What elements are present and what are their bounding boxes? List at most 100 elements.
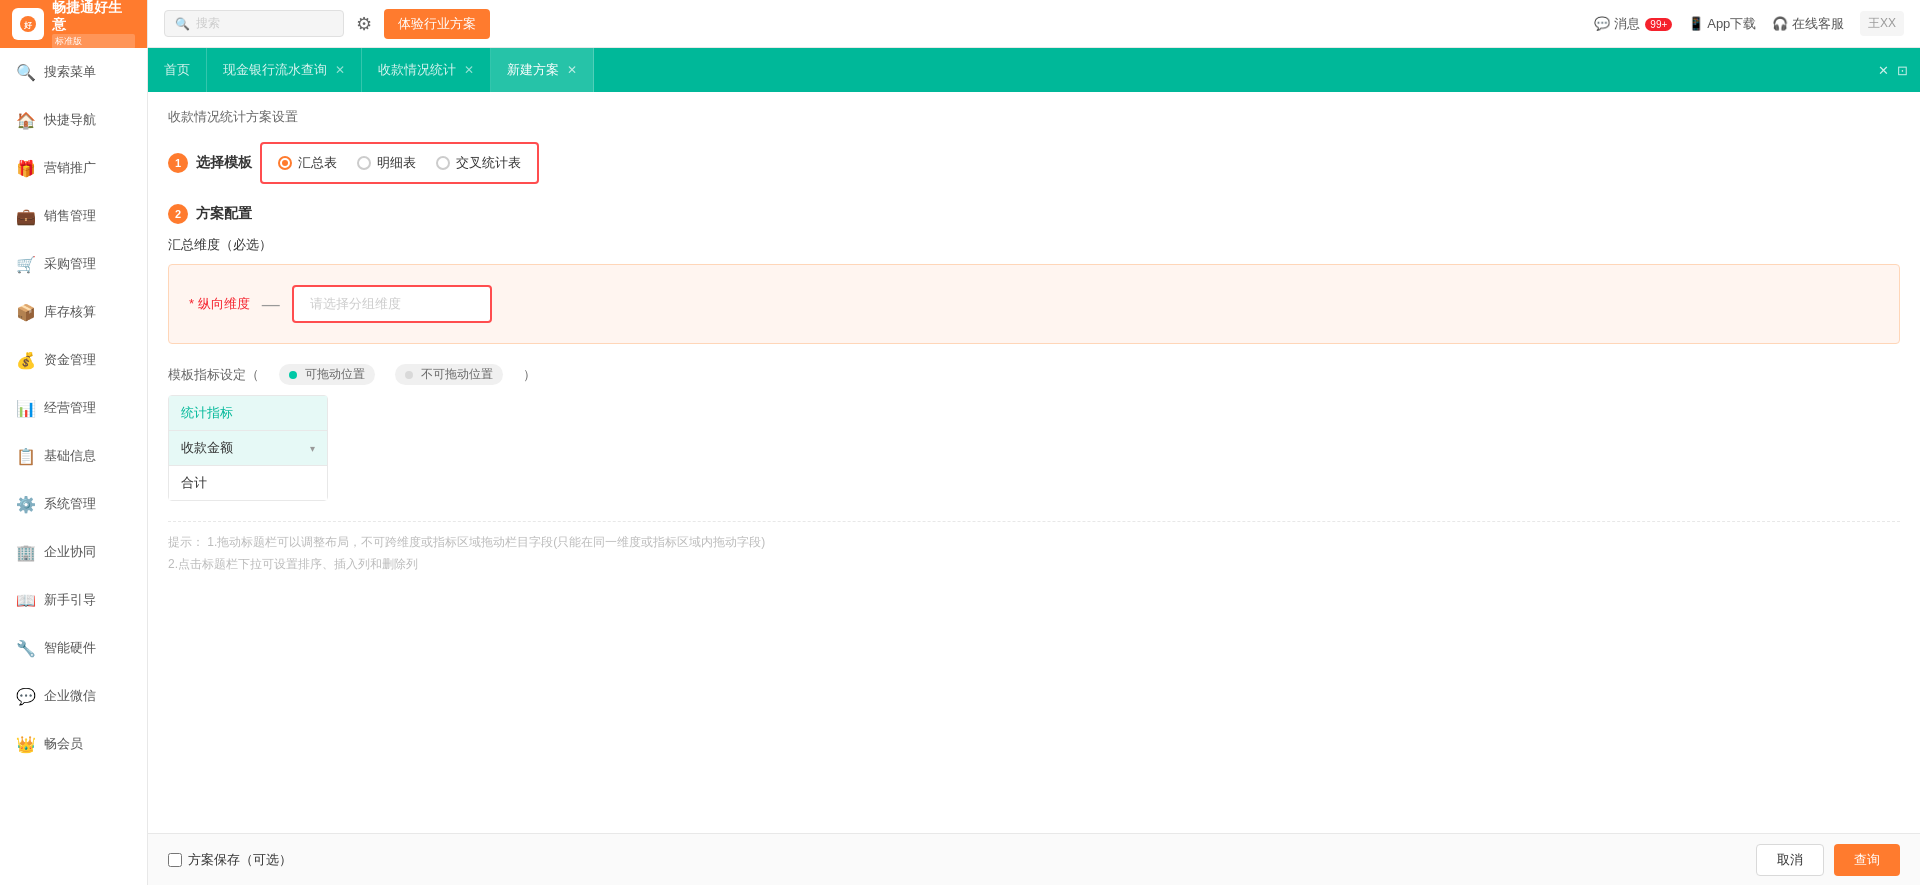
tab-receipt-stats[interactable]: 收款情况统计 ✕ <box>362 48 491 92</box>
guide-icon: 📖 <box>16 591 36 610</box>
headset-icon: 🎧 <box>1772 16 1788 31</box>
draggable-tag: 可拖动位置 <box>279 364 375 385</box>
radio-circle-summary <box>278 156 292 170</box>
sidebar-item-wechat[interactable]: 💬 企业微信 <box>0 672 147 720</box>
sidebar-item-basic-info[interactable]: 📋 基础信息 <box>0 432 147 480</box>
step1-title: 选择模板 <box>196 154 252 172</box>
dimension-selector[interactable]: 请选择分组维度 <box>292 285 492 323</box>
non-draggable-tag: 不可拖动位置 <box>395 364 503 385</box>
sidebar-item-label: 畅会员 <box>44 735 83 753</box>
search-menu-icon: 🔍 <box>16 63 36 82</box>
sidebar-item-label: 资金管理 <box>44 351 96 369</box>
radio-summary[interactable]: 汇总表 <box>278 154 337 172</box>
hint-section: 提示： 1.拖动标题栏可以调整布局，不可跨维度或指标区域拖动栏目字段(只能在同一… <box>168 521 1900 585</box>
sidebar-logo: 好 畅捷通好生意 标准版 <box>0 0 147 48</box>
sidebar-item-label: 企业协同 <box>44 543 96 561</box>
logo-badge: 标准版 <box>52 34 135 49</box>
sidebar-item-hardware[interactable]: 🔧 智能硬件 <box>0 624 147 672</box>
tab-close-new-plan[interactable]: ✕ <box>567 63 577 77</box>
sidebar-item-guide[interactable]: 📖 新手引导 <box>0 576 147 624</box>
gift-icon: 🎁 <box>16 159 36 178</box>
search-placeholder: 搜索 <box>196 15 220 32</box>
step2-badge: 2 <box>168 204 188 224</box>
step2-section: 2 方案配置 汇总维度（必选） * 纵向维度 — 请选择分组维度 <box>168 204 1900 585</box>
tab-close-receipt-stats[interactable]: ✕ <box>464 63 474 77</box>
user-display[interactable]: 王XX <box>1860 11 1904 36</box>
sidebar-item-label: 新手引导 <box>44 591 96 609</box>
close-window-icon[interactable]: ✕ <box>1878 63 1889 78</box>
save-option[interactable]: 方案保存（可选） <box>168 851 292 869</box>
sidebar-item-sales[interactable]: 💼 销售管理 <box>0 192 147 240</box>
sidebar-item-operation[interactable]: 📊 经营管理 <box>0 384 147 432</box>
tab-controls: ✕ ⊡ <box>1866 48 1920 92</box>
sidebar-item-label: 系统管理 <box>44 495 96 513</box>
metrics-cell-amount[interactable]: 收款金额 ▾ <box>169 431 327 466</box>
metrics-table-header: 统计指标 <box>169 396 327 431</box>
save-checkbox[interactable] <box>168 853 182 867</box>
chart-icon: 📊 <box>16 399 36 418</box>
sidebar-item-label: 采购管理 <box>44 255 96 273</box>
footer: 方案保存（可选） 取消 查询 <box>148 833 1920 885</box>
footer-buttons: 取消 查询 <box>1756 844 1900 876</box>
message-badge: 99+ <box>1645 18 1672 31</box>
content-area: 收款情况统计方案设置 1 选择模板 汇总表 <box>148 92 1920 833</box>
step2-title: 方案配置 <box>196 205 252 223</box>
sidebar-item-enterprise[interactable]: 🏢 企业协同 <box>0 528 147 576</box>
tab-cash-flow[interactable]: 现金银行流水查询 ✕ <box>207 48 362 92</box>
box-icon: 📦 <box>16 303 36 322</box>
download-icon: 📱 <box>1688 16 1704 31</box>
cart-icon: 🛒 <box>16 255 36 274</box>
maximize-icon[interactable]: ⊡ <box>1897 63 1908 78</box>
sidebar-item-label: 营销推广 <box>44 159 96 177</box>
sidebar-item-label: 销售管理 <box>44 207 96 225</box>
app-download[interactable]: 📱 App下载 <box>1688 15 1756 33</box>
sidebar-item-label: 智能硬件 <box>44 639 96 657</box>
radio-cross[interactable]: 交叉统计表 <box>436 154 521 172</box>
radio-circle-detail <box>357 156 371 170</box>
tab-new-plan[interactable]: 新建方案 ✕ <box>491 48 594 92</box>
sidebar-item-label: 企业微信 <box>44 687 96 705</box>
home-icon: 🏠 <box>16 111 36 130</box>
draggable-dot-icon <box>289 371 297 379</box>
dropdown-arrow-icon[interactable]: ▾ <box>310 443 315 454</box>
logo-icon: 好 <box>12 8 44 40</box>
query-button[interactable]: 查询 <box>1834 844 1900 876</box>
step2-header: 2 方案配置 <box>168 204 1900 224</box>
sidebar-item-label: 库存核算 <box>44 303 96 321</box>
sidebar-item-label: 基础信息 <box>44 447 96 465</box>
message-icon: 💬 <box>1594 16 1610 31</box>
search-icon: 🔍 <box>175 17 190 31</box>
tab-close-cash-flow[interactable]: ✕ <box>335 63 345 77</box>
sidebar: 好 畅捷通好生意 标准版 🔍 搜索菜单 🏠 快捷导航 🎁 营销推广 💼 销售管理… <box>0 0 148 885</box>
dimension-section-title: 汇总维度（必选） <box>168 236 1900 254</box>
gear-icon[interactable]: ⚙ <box>356 13 372 35</box>
industry-btn[interactable]: 体验行业方案 <box>384 9 490 39</box>
online-service[interactable]: 🎧 在线客服 <box>1772 15 1844 33</box>
sidebar-item-system[interactable]: ⚙️ 系统管理 <box>0 480 147 528</box>
non-draggable-dot-icon <box>405 371 413 379</box>
hint-text-1: 提示： 1.拖动标题栏可以调整布局，不可跨维度或指标区域拖动栏目字段(只能在同一… <box>168 532 1900 554</box>
page-title: 收款情况统计方案设置 <box>168 108 1900 126</box>
dimension-label: * 纵向维度 <box>189 295 250 313</box>
search-box[interactable]: 🔍 搜索 <box>164 10 344 37</box>
topbar-right: 💬 消息 99+ 📱 App下载 🎧 在线客服 王XX <box>1594 11 1904 36</box>
sidebar-item-inventory[interactable]: 📦 库存核算 <box>0 288 147 336</box>
sidebar-item-finance[interactable]: 💰 资金管理 <box>0 336 147 384</box>
dimension-area: * 纵向维度 — 请选择分组维度 <box>168 264 1900 344</box>
tab-home[interactable]: 首页 <box>148 48 207 92</box>
radio-group: 汇总表 明细表 交叉统计表 <box>278 154 521 172</box>
sidebar-item-marketing[interactable]: 🎁 营销推广 <box>0 144 147 192</box>
sidebar-item-search-menu[interactable]: 🔍 搜索菜单 <box>0 48 147 96</box>
tab-spacer <box>594 48 1866 92</box>
step1-header: 1 选择模板 汇总表 明细表 <box>168 142 1900 184</box>
cancel-button[interactable]: 取消 <box>1756 844 1824 876</box>
message-item[interactable]: 💬 消息 99+ <box>1594 15 1672 33</box>
sidebar-item-purchase[interactable]: 🛒 采购管理 <box>0 240 147 288</box>
logo-text: 畅捷通好生意 <box>52 0 135 33</box>
wechat-icon: 💬 <box>16 687 36 706</box>
sidebar-item-member[interactable]: 👑 畅会员 <box>0 720 147 768</box>
radio-detail[interactable]: 明细表 <box>357 154 416 172</box>
sidebar-item-quick-nav[interactable]: 🏠 快捷导航 <box>0 96 147 144</box>
sidebar-item-label: 快捷导航 <box>44 111 96 129</box>
sidebar-item-label: 搜索菜单 <box>44 63 96 81</box>
